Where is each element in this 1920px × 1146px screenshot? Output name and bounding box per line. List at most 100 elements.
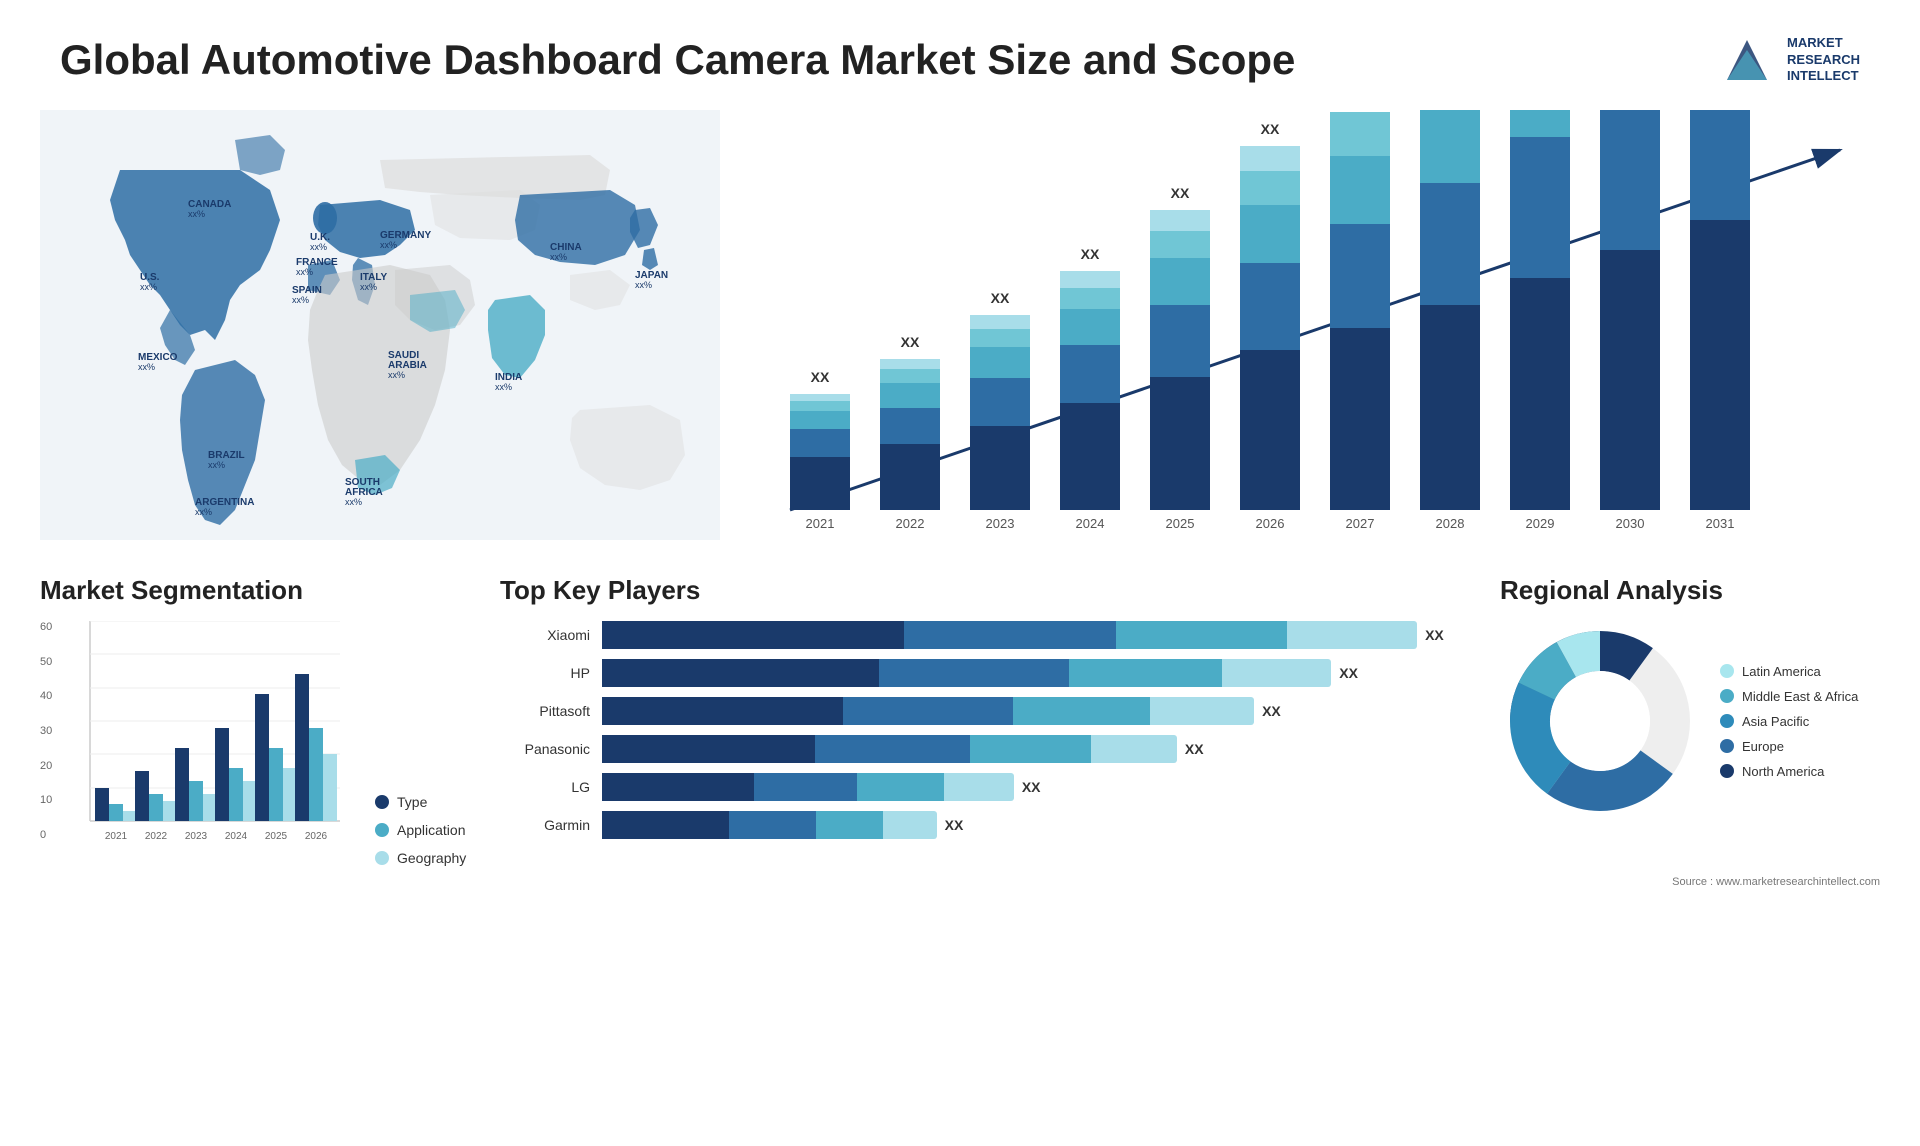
donut-wrapper: Latin America Middle East & Africa Asia …: [1500, 621, 1880, 821]
player-bar-hp: XX: [602, 659, 1460, 687]
svg-text:xx%: xx%: [296, 267, 313, 277]
bar-2022-seg2: [880, 408, 940, 444]
svg-text:2022: 2022: [145, 831, 168, 842]
bar-2022-seg1: [880, 444, 940, 510]
player-bar-lg: XX: [602, 773, 1460, 801]
players-section: Top Key Players Xiaomi XX HP: [480, 575, 1480, 866]
svg-text:xx%: xx%: [138, 362, 155, 372]
svg-text:xx%: xx%: [292, 295, 309, 305]
players-list: Xiaomi XX HP: [500, 621, 1460, 839]
svg-text:2029: 2029: [1526, 516, 1555, 531]
svg-text:xx%: xx%: [635, 280, 652, 290]
svg-text:xx%: xx%: [345, 497, 362, 507]
svg-text:XX: XX: [811, 369, 830, 385]
svg-text:xx%: xx%: [188, 209, 205, 219]
bar-2022-seg5: [880, 359, 940, 369]
player-row-garmin: Garmin XX: [500, 811, 1460, 839]
player-bar-garmin: XX: [602, 811, 1460, 839]
svg-text:xx%: xx%: [310, 242, 327, 252]
player-value-panasonic: XX: [1185, 741, 1204, 757]
svg-text:2031: 2031: [1706, 516, 1735, 531]
svg-text:xx%: xx%: [208, 460, 225, 470]
player-name-pittasoft: Pittasoft: [500, 703, 590, 719]
bar-2022-seg3: [880, 383, 940, 408]
player-bar-panasonic: XX: [602, 735, 1460, 763]
logo-icon: [1717, 30, 1777, 90]
svg-text:XX: XX: [991, 290, 1010, 306]
player-row-hp: HP XX: [500, 659, 1460, 687]
legend-type: Type: [375, 794, 466, 810]
app-dot: [375, 823, 389, 837]
svg-text:2025: 2025: [1166, 516, 1195, 531]
bottom-section: Market Segmentation 60 50 40 30 20 10 0: [0, 555, 1920, 866]
world-map: CANADA xx% U.S. xx% MEXICO xx% BRAZIL xx…: [40, 110, 720, 540]
svg-text:xx%: xx%: [388, 370, 405, 380]
player-row-xiaomi: Xiaomi XX: [500, 621, 1460, 649]
map-section: CANADA xx% U.S. xx% MEXICO xx% BRAZIL xx…: [40, 110, 720, 550]
chart-section: XX 2021 XX 2022 XX 2023: [720, 110, 1880, 555]
legend-application: Application: [375, 822, 466, 838]
svg-text:xx%: xx%: [380, 240, 397, 250]
mea-dot: [1720, 689, 1734, 703]
regional-legend: Latin America Middle East & Africa Asia …: [1720, 664, 1858, 779]
header: Global Automotive Dashboard Camera Marke…: [0, 0, 1920, 110]
player-name-lg: LG: [500, 779, 590, 795]
player-row-lg: LG XX: [500, 773, 1460, 801]
seg-chart: 2021 2022: [70, 621, 340, 861]
player-row-panasonic: Panasonic XX: [500, 735, 1460, 763]
svg-text:XX: XX: [1261, 121, 1280, 137]
asia-pacific-dot: [1720, 714, 1734, 728]
legend-asia-pacific: Asia Pacific: [1720, 714, 1858, 729]
latin-america-dot: [1720, 664, 1734, 678]
svg-text:2023: 2023: [185, 831, 208, 842]
player-name-panasonic: Panasonic: [500, 741, 590, 757]
legend-mea: Middle East & Africa: [1720, 689, 1858, 704]
svg-text:XX: XX: [901, 334, 920, 350]
svg-text:2023: 2023: [986, 516, 1015, 531]
seg-legend: Type Application Geography: [375, 794, 466, 866]
legend-north-america: North America: [1720, 764, 1858, 779]
player-bar-xiaomi: XX: [602, 621, 1460, 649]
logo-text: MARKET RESEARCH INTELLECT: [1787, 35, 1860, 86]
legend-geography: Geography: [375, 850, 466, 866]
player-name-xiaomi: Xiaomi: [500, 627, 590, 643]
svg-text:2028: 2028: [1436, 516, 1465, 531]
svg-text:XX: XX: [1171, 185, 1190, 201]
svg-text:xx%: xx%: [550, 252, 567, 262]
geo-dot: [375, 851, 389, 865]
svg-text:2026: 2026: [1256, 516, 1285, 531]
bar-2021-seg1: [790, 457, 850, 510]
player-row-pittasoft: Pittasoft XX: [500, 697, 1460, 725]
svg-text:xx%: xx%: [495, 382, 512, 392]
bar-2021-seg3: [790, 411, 850, 429]
content-area: CANADA xx% U.S. xx% MEXICO xx% BRAZIL xx…: [0, 110, 1920, 555]
svg-text:2024: 2024: [225, 831, 248, 842]
legend-latin-america: Latin America: [1720, 664, 1858, 679]
regional-section: Regional Analysis: [1500, 575, 1880, 866]
player-bar-pittasoft: XX: [602, 697, 1460, 725]
player-value-lg: XX: [1022, 779, 1041, 795]
svg-text:2021: 2021: [806, 516, 835, 531]
regional-title: Regional Analysis: [1500, 575, 1880, 606]
legend-europe: Europe: [1720, 739, 1858, 754]
type-dot: [375, 795, 389, 809]
players-title: Top Key Players: [500, 575, 1460, 606]
svg-text:XX: XX: [1081, 246, 1100, 262]
svg-text:xx%: xx%: [195, 507, 212, 517]
bar-chart: XX 2021 XX 2022 XX 2023: [760, 110, 1860, 550]
europe-dot: [1720, 739, 1734, 753]
player-name-garmin: Garmin: [500, 817, 590, 833]
svg-text:2021: 2021: [105, 831, 128, 842]
segmentation-section: Market Segmentation 60 50 40 30 20 10 0: [40, 575, 460, 866]
source-text: Source : www.marketresearchintellect.com: [0, 866, 1920, 888]
svg-text:2030: 2030: [1616, 516, 1645, 531]
svg-text:2024: 2024: [1076, 516, 1105, 531]
page-title: Global Automotive Dashboard Camera Marke…: [60, 36, 1295, 84]
player-value-pittasoft: XX: [1262, 703, 1281, 719]
donut-chart: [1500, 621, 1700, 821]
svg-text:2027: 2027: [1346, 516, 1375, 531]
player-name-hp: HP: [500, 665, 590, 681]
player-value-hp: XX: [1339, 665, 1358, 681]
logo: MARKET RESEARCH INTELLECT: [1717, 30, 1860, 90]
seg-chart-wrapper: 60 50 40 30 20 10 0: [40, 621, 460, 866]
